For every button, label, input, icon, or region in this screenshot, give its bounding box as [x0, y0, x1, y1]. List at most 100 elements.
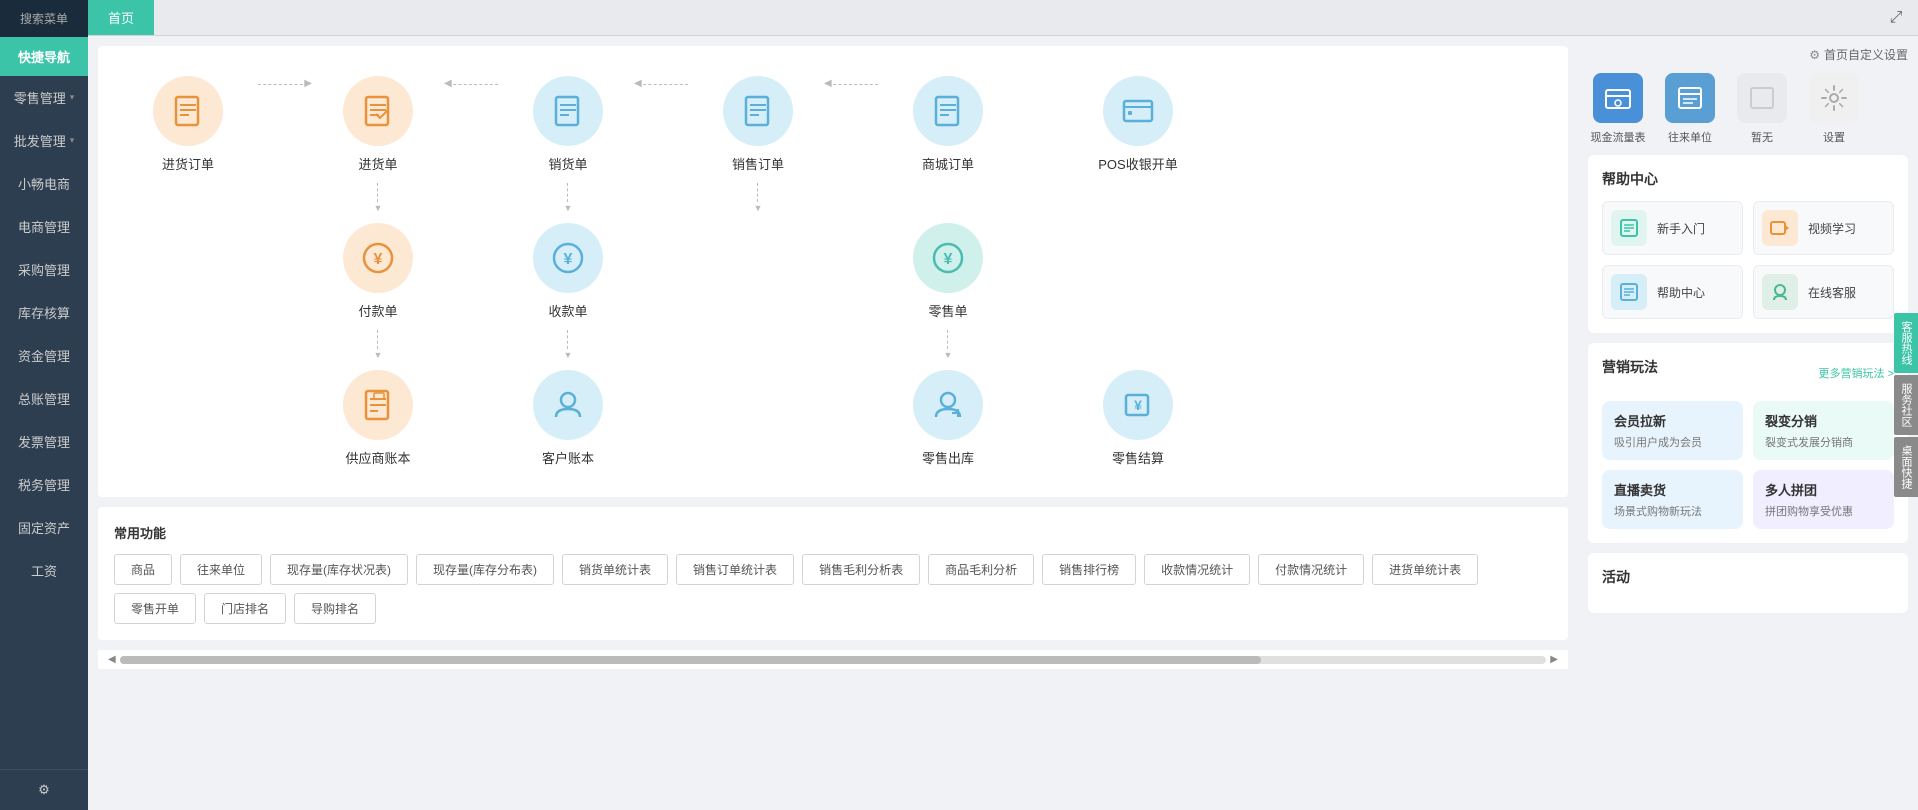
customer-book-icon — [533, 370, 603, 440]
nav-icon-settings[interactable]: 设置 — [1804, 73, 1864, 145]
receipt-icon: ¥ — [533, 223, 603, 293]
quick-btn-guide-rank[interactable]: 导购排名 — [294, 593, 376, 624]
quick-btn-sales-gross[interactable]: 销售毛利分析表 — [802, 554, 920, 585]
float-btn-service[interactable]: 客服热线 — [1894, 313, 1918, 373]
sidebar-item-invoice[interactable]: 发票管理 — [0, 420, 88, 463]
flow-area: 进货订单 ▶ — [98, 46, 1568, 497]
quick-btn-sales-order-stat[interactable]: 销售订单统计表 — [676, 554, 794, 585]
cashflow-label: 现金流量表 — [1591, 129, 1646, 145]
sidebar-settings-icon[interactable]: ⚙ — [0, 770, 88, 810]
flow-node-purchase[interactable]: 进货单 — [343, 66, 413, 183]
quick-btn-retail-order[interactable]: 零售开单 — [114, 593, 196, 624]
sidebar-search[interactable]: 搜索菜单 — [0, 0, 88, 37]
beginner-icon — [1611, 210, 1647, 246]
sidebar-bottom: ⚙ — [0, 769, 88, 810]
sidebar-item-capital[interactable]: 资金管理 — [0, 334, 88, 377]
float-btn-community[interactable]: 服务社区 — [1894, 375, 1918, 435]
group-card-desc: 拼团购物享受优惠 — [1765, 503, 1882, 519]
nav-icon-cashflow[interactable]: 现金流量表 — [1588, 73, 1648, 145]
customize-label: 首页自定义设置 — [1824, 46, 1908, 63]
sidebar-item-fixed-assets[interactable]: 固定资产 — [0, 506, 88, 549]
help-item-online[interactable]: 在线客服 — [1753, 265, 1894, 319]
quick-btn-inventory-status[interactable]: 现存量(库存状况表) — [270, 554, 408, 585]
quick-btn-sales-rank[interactable]: 销售排行榜 — [1042, 554, 1136, 585]
quick-btn-sales-stat[interactable]: 销货单统计表 — [562, 554, 668, 585]
activity-section: 活动 — [1588, 553, 1908, 613]
sidebar-item-ledger[interactable]: 总账管理 — [0, 377, 88, 420]
sales-order-label: 销售订单 — [732, 154, 784, 173]
scroll-right-arrow[interactable]: ▶ — [1550, 654, 1558, 665]
quick-btn-receipt-stat[interactable]: 收款情况统计 — [1144, 554, 1250, 585]
payment-label: 付款单 — [358, 301, 397, 320]
sales-order-icon — [723, 76, 793, 146]
marketing-card-member[interactable]: 会员拉新 吸引用户成为会员 — [1602, 401, 1743, 460]
node-col-6: POS收银开单 — [1068, 66, 1208, 183]
quick-btn-store-rank[interactable]: 门店排名 — [204, 593, 286, 624]
help-item-center[interactable]: 帮助中心 — [1602, 265, 1743, 319]
none-label: 暂无 — [1751, 129, 1773, 145]
sidebar-item-ecommerce-small[interactable]: 小畅电商 — [0, 162, 88, 205]
pos-icon — [1103, 76, 1173, 146]
flow-node-sales-order[interactable]: 销售订单 — [723, 66, 793, 183]
activity-title: 活动 — [1602, 567, 1894, 587]
partners-label: 往来单位 — [1668, 129, 1712, 145]
flow-node-retail-out[interactable]: 零售出库 — [913, 360, 983, 477]
node-col-pay: ¥ 付款单 — [308, 213, 448, 330]
sidebar-item-inventory[interactable]: 库存核算 — [0, 291, 88, 334]
flow-row-3: 供应商账本 客户账本 — [118, 360, 1548, 477]
supplier-book-label: 供应商账本 — [345, 448, 410, 467]
float-buttons: 客服热线 服务社区 桌面快捷 — [1894, 313, 1918, 497]
scroll-track[interactable] — [120, 656, 1547, 664]
flow-node-purchase-order[interactable]: 进货订单 — [153, 66, 223, 183]
help-item-video[interactable]: 视频学习 — [1753, 201, 1894, 255]
marketing-card-fission[interactable]: 裂变分销 裂变式发展分销商 — [1753, 401, 1894, 460]
flow-node-payment[interactable]: ¥ 付款单 — [343, 213, 413, 330]
retail-out-icon — [913, 370, 983, 440]
more-marketing-link[interactable]: 更多营销玩法 > — [1819, 365, 1894, 381]
quick-btn-partners[interactable]: 往来单位 — [180, 554, 262, 585]
flow-node-supplier-book[interactable]: 供应商账本 — [343, 360, 413, 477]
quick-functions-section: 常用功能 商品 往来单位 现存量(库存状况表) 现存量(库存分布表) 销货单统计… — [98, 507, 1568, 640]
sidebar-item-wholesale[interactable]: 批发管理 ▾ — [0, 119, 88, 162]
flow-node-customer-book[interactable]: 客户账本 — [533, 360, 603, 477]
nav-icon-none[interactable]: 暂无 — [1732, 73, 1792, 145]
flow-node-retail-settle[interactable]: ¥ 零售结算 — [1103, 360, 1173, 477]
fission-card-title: 裂变分销 — [1765, 411, 1882, 430]
expand-icon[interactable]: ⤢ — [1884, 6, 1908, 30]
sidebar-item-payroll[interactable]: 工资 — [0, 549, 88, 592]
marketing-card-live[interactable]: 直播卖货 场景式购物新玩法 — [1602, 470, 1743, 529]
tab-home[interactable]: 首页 — [88, 0, 154, 35]
flow-node-retail-order[interactable]: ¥ 零售单 — [913, 213, 983, 330]
marketing-card-group[interactable]: 多人拼团 拼团购物享受优惠 — [1753, 470, 1894, 529]
flow-node-receipt[interactable]: ¥ 收款单 — [533, 213, 603, 330]
quick-btn-payment-stat[interactable]: 付款情况统计 — [1258, 554, 1364, 585]
customize-settings[interactable]: ⚙ 首页自定义设置 — [1588, 46, 1908, 63]
sidebar-item-retail[interactable]: 零售管理 ▾ — [0, 76, 88, 119]
flow-node-mall-order[interactable]: 商城订单 — [913, 66, 983, 183]
tab-bar: 首页 ⤢ — [88, 0, 1918, 36]
float-btn-desktop[interactable]: 桌面快捷 — [1894, 437, 1918, 497]
help-item-beginner[interactable]: 新手入门 — [1602, 201, 1743, 255]
quick-btn-purchase-stat[interactable]: 进货单统计表 — [1372, 554, 1478, 585]
sidebar-item-ecommerce-mgmt[interactable]: 电商管理 — [0, 205, 88, 248]
group-card-title: 多人拼团 — [1765, 480, 1882, 499]
nav-icon-partners[interactable]: 往来单位 — [1660, 73, 1720, 145]
settings-label: 设置 — [1823, 129, 1845, 145]
help-center-icon — [1611, 274, 1647, 310]
quick-buttons-container: 商品 往来单位 现存量(库存状况表) 现存量(库存分布表) 销货单统计表 销售订… — [114, 554, 1552, 624]
node-col-retail-out: 零售出库 — [878, 360, 1018, 477]
chevron-down-icon: ▾ — [70, 92, 75, 103]
mall-order-label: 商城订单 — [922, 154, 974, 173]
quick-btn-inventory-dist[interactable]: 现存量(库存分布表) — [416, 554, 554, 585]
flow-node-sales[interactable]: 销货单 — [533, 66, 603, 183]
sidebar-item-tax[interactable]: 税务管理 — [0, 463, 88, 506]
help-center-label: 帮助中心 — [1657, 284, 1705, 301]
node-col-3: 销货单 — [498, 66, 638, 183]
scroll-left-arrow[interactable]: ◀ — [108, 654, 116, 665]
flow-node-pos[interactable]: POS收银开单 — [1098, 66, 1177, 183]
vc2-retail: ▼ — [878, 330, 1018, 360]
video-label: 视频学习 — [1808, 220, 1856, 237]
sidebar-item-purchase[interactable]: 采购管理 — [0, 248, 88, 291]
quick-btn-product-gross[interactable]: 商品毛利分析 — [928, 554, 1034, 585]
quick-btn-product[interactable]: 商品 — [114, 554, 172, 585]
